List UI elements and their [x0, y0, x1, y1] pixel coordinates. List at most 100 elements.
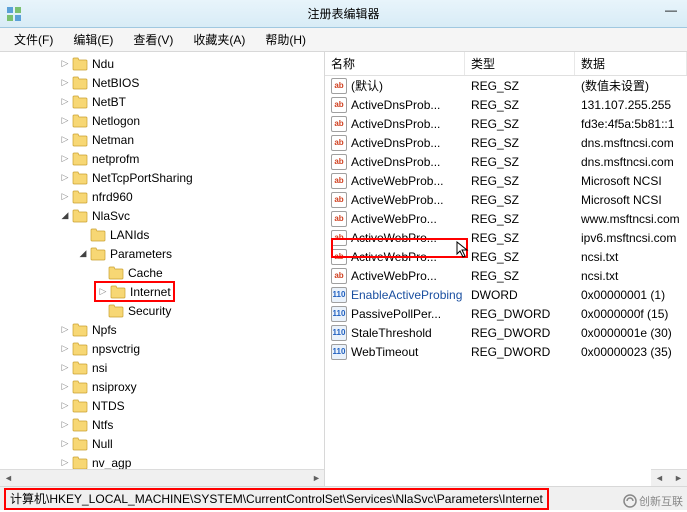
tree-item[interactable]: ◢Parameters — [4, 244, 324, 263]
expand-icon[interactable]: ▷ — [58, 190, 72, 204]
expand-icon[interactable]: ▷ — [58, 171, 72, 185]
value-name: ActiveWebProb... — [351, 174, 443, 188]
list-row[interactable]: abActiveDnsProb...REG_SZdns.msftncsi.com — [325, 133, 687, 152]
tree-item[interactable]: ▷netprofm — [4, 149, 324, 168]
tree-item[interactable]: ▷NetBT — [4, 92, 324, 111]
list-row[interactable]: abActiveWebPro...REG_SZncsi.txt — [325, 247, 687, 266]
list-hscrollbar[interactable]: ◄ ► — [651, 469, 687, 486]
expand-icon[interactable]: ▷ — [58, 323, 72, 337]
tree-label: Ndu — [92, 57, 114, 71]
value-type: REG_SZ — [465, 136, 575, 150]
tree-hscrollbar[interactable]: ◄ ► — [0, 469, 325, 486]
tree-item[interactable]: ▷ NetBIOS — [4, 73, 324, 92]
tree-item[interactable]: ▷Null — [4, 434, 324, 453]
folder-icon — [72, 209, 88, 223]
string-value-icon: ab — [331, 249, 347, 265]
expand-icon[interactable]: ▷ — [58, 380, 72, 394]
tree-item[interactable]: ▷ Ndu — [4, 54, 324, 73]
expand-icon[interactable]: ▷ — [58, 152, 72, 166]
scroll-left-icon[interactable]: ◄ — [651, 470, 668, 487]
value-type: REG_SZ — [465, 212, 575, 226]
list-row[interactable]: ab(默认)REG_SZ(数值未设置) — [325, 76, 687, 95]
scroll-right-icon[interactable]: ► — [308, 470, 325, 487]
list-body[interactable]: ab(默认)REG_SZ(数值未设置)abActiveDnsProb...REG… — [325, 76, 687, 361]
list-row[interactable]: 110PassivePollPer...REG_DWORD0x0000000f … — [325, 304, 687, 323]
menu-file[interactable]: 文件(F) — [4, 28, 63, 52]
tree-item[interactable]: ▷ NetTcpPortSharing — [4, 168, 324, 187]
tree-item[interactable]: ▷NTDS — [4, 396, 324, 415]
expand-icon[interactable]: ▷ — [58, 76, 72, 90]
list-row[interactable]: abActiveWebPro...REG_SZwww.msftncsi.com — [325, 209, 687, 228]
window-title: 注册表编辑器 — [307, 5, 379, 22]
menu-edit[interactable]: 编辑(E) — [63, 28, 123, 52]
list-row[interactable]: abActiveDnsProb...REG_SZ131.107.255.255 — [325, 95, 687, 114]
tree-item[interactable]: LANIds — [4, 225, 324, 244]
menu-favorites[interactable]: 收藏夹(A) — [183, 28, 255, 52]
tree-label: npsvctrig — [92, 342, 140, 356]
registry-tree[interactable]: ▷ Ndu ▷ NetBIOS ▷NetBT▷Netlogon▷Netman▷netpr… — [0, 52, 324, 486]
tree-label: NetTcpPortSharing — [92, 171, 193, 185]
value-name: ActiveWebPro... — [351, 212, 437, 226]
list-row[interactable]: abActiveWebPro...REG_SZipv6.msftncsi.com — [325, 228, 687, 247]
expand-icon[interactable]: ▷ — [58, 437, 72, 451]
expander-none — [94, 304, 108, 318]
list-row[interactable]: abActiveWebProb...REG_SZMicrosoft NCSI — [325, 171, 687, 190]
list-row[interactable]: abActiveWebProb...REG_SZMicrosoft NCSI — [325, 190, 687, 209]
menu-view[interactable]: 查看(V) — [123, 28, 183, 52]
list-row[interactable]: abActiveDnsProb...REG_SZdns.msftncsi.com — [325, 152, 687, 171]
tree-label: Npfs — [92, 323, 117, 337]
list-pane: 名称 类型 数据 ab(默认)REG_SZ(数值未设置)abActiveDnsP… — [325, 52, 687, 486]
tree-item[interactable]: Cache — [4, 263, 324, 282]
tree-item[interactable]: ▷Ntfs — [4, 415, 324, 434]
string-value-icon: ab — [331, 116, 347, 132]
value-type: DWORD — [465, 288, 575, 302]
tree-item[interactable]: ▷Netman — [4, 130, 324, 149]
scroll-left-icon[interactable]: ◄ — [0, 470, 17, 487]
folder-icon — [72, 323, 88, 337]
tree-item[interactable]: ▷nfrd960 — [4, 187, 324, 206]
tree-item[interactable]: ▷Internet — [4, 282, 324, 301]
expander-none — [94, 266, 108, 280]
expand-icon[interactable]: ▷ — [58, 361, 72, 375]
tree-item[interactable]: ◢NlaSvc — [4, 206, 324, 225]
minimize-button[interactable]: — — [657, 0, 685, 20]
list-row[interactable]: 110StaleThresholdREG_DWORD0x0000001e (30… — [325, 323, 687, 342]
expand-icon[interactable]: ▷ — [58, 95, 72, 109]
tree-item[interactable]: ▷nsi — [4, 358, 324, 377]
scroll-right-icon[interactable]: ► — [670, 470, 687, 487]
expand-icon[interactable]: ▷ — [58, 133, 72, 147]
tree-label: nsiproxy — [92, 380, 137, 394]
value-name: ActiveDnsProb... — [351, 136, 440, 150]
value-type: REG_SZ — [465, 155, 575, 169]
list-row[interactable]: abActiveWebPro...REG_SZncsi.txt — [325, 266, 687, 285]
tree-item[interactable]: ▷ Npfs — [4, 320, 324, 339]
expand-icon[interactable]: ▷ — [58, 114, 72, 128]
list-row[interactable]: abActiveDnsProb...REG_SZfd3e:4f5a:5b81::… — [325, 114, 687, 133]
collapse-icon[interactable]: ◢ — [76, 247, 90, 261]
list-row[interactable]: 110EnableActiveProbing DWORD0x00000001 (… — [325, 285, 687, 304]
value-type: REG_SZ — [465, 174, 575, 188]
expand-icon[interactable]: ▷ — [58, 456, 72, 470]
list-row[interactable]: 110WebTimeoutREG_DWORD0x00000023 (35) — [325, 342, 687, 361]
column-name[interactable]: 名称 — [325, 52, 465, 75]
tree-item[interactable]: ▷ nsiproxy — [4, 377, 324, 396]
expand-icon[interactable]: ▷ — [96, 285, 110, 299]
tree-item[interactable]: ▷Netlogon — [4, 111, 324, 130]
status-path: 计算机\HKEY_LOCAL_MACHINE\SYSTEM\CurrentCon… — [4, 488, 549, 510]
dword-value-icon: 110 — [331, 306, 347, 322]
expand-icon[interactable]: ▷ — [58, 418, 72, 432]
folder-icon — [72, 418, 88, 432]
tree-label: NetBIOS — [92, 76, 139, 90]
expand-icon[interactable]: ▷ — [58, 57, 72, 71]
value-name: ActiveWebPro... — [351, 250, 437, 264]
value-data: www.msftncsi.com — [575, 212, 687, 226]
expand-icon[interactable]: ▷ — [58, 399, 72, 413]
menu-help[interactable]: 帮助(H) — [255, 28, 316, 52]
tree-item[interactable]: Security — [4, 301, 324, 320]
collapse-icon[interactable]: ◢ — [58, 209, 72, 223]
tree-item[interactable]: ▷ npsvctrig — [4, 339, 324, 358]
column-type[interactable]: 类型 — [465, 52, 575, 75]
value-data: 131.107.255.255 — [575, 98, 687, 112]
column-data[interactable]: 数据 — [575, 52, 687, 75]
expand-icon[interactable]: ▷ — [58, 342, 72, 356]
